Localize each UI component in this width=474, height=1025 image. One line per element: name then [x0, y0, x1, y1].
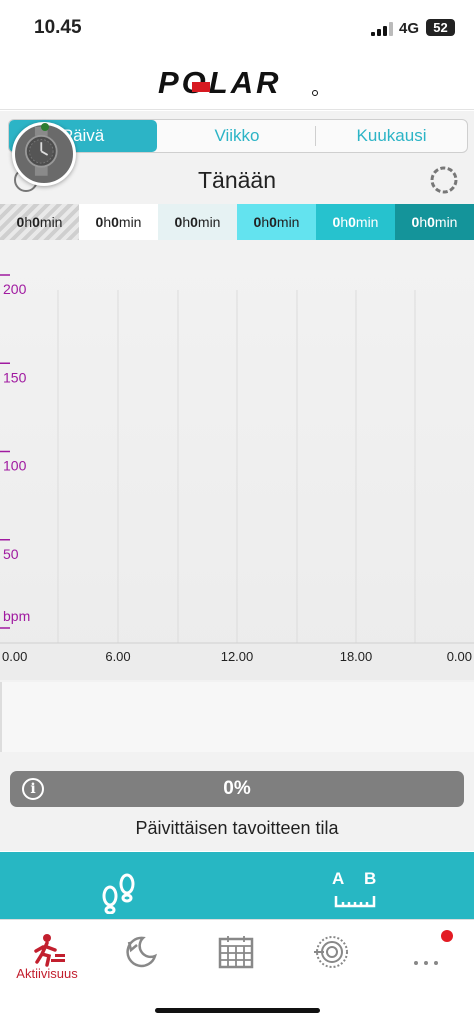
x-tick-label-2: 12.00 — [221, 649, 254, 664]
network-type: 4G — [399, 20, 420, 37]
zone-4-duration[interactable]: 0h0min — [316, 204, 395, 240]
polar-logo: POLAR — [158, 68, 318, 98]
y-tick-label-50: 50 — [3, 546, 19, 562]
connection-status-dot — [41, 123, 49, 131]
tab-week[interactable]: Viikko — [160, 120, 314, 152]
home-indicator — [155, 1008, 320, 1013]
zone-1-duration[interactable]: 0h0min — [79, 204, 158, 240]
more-icon[interactable] — [406, 932, 446, 972]
tab-month[interactable]: Kuukausi — [316, 120, 467, 152]
daily-goal-percent: 0% — [223, 778, 251, 799]
zone-durations: 0h0min 0h0min 0h0min 0h0min 0h0min 0h0mi… — [0, 204, 474, 240]
status-time: 10.45 — [34, 17, 82, 38]
svg-text:A: A — [332, 869, 344, 888]
svg-text:B: B — [364, 869, 376, 888]
activity-summary-bar: A B — [0, 852, 474, 919]
zone-2-duration[interactable]: 0h0min — [158, 204, 237, 240]
signal-icon — [371, 22, 393, 36]
sync-icon[interactable] — [428, 164, 460, 196]
distance-icon[interactable]: A B — [330, 868, 380, 912]
calendar-icon[interactable] — [216, 932, 256, 972]
y-tick-label-100: 100 — [3, 458, 27, 474]
nav-item-activity[interactable]: Aktiivisuus — [0, 920, 94, 1000]
x-tick-label-4: 0.00 — [447, 649, 472, 664]
period-tabs: Päivä Viikko Kuukausi — [8, 119, 468, 153]
sleep-icon[interactable] — [121, 932, 161, 972]
daily-goal-progress-bar: i 0% — [10, 771, 464, 807]
training-load-icon[interactable] — [312, 932, 352, 972]
steps-icon[interactable] — [98, 870, 140, 914]
status-bar: 10.45 4G 52 — [0, 0, 474, 58]
watch-device-icon[interactable] — [12, 122, 76, 186]
activity-timeline-strip — [0, 682, 474, 752]
heart-rate-chart-svg: 200 150 100 50 bpm 0.00 6.00 12.00 18.00 0.00 — [0, 274, 474, 664]
daily-goal-label: Päivittäisen tavoitteen tila — [135, 818, 339, 838]
nav-label-activity: Aktiivisuus — [16, 966, 78, 981]
app-header: POLAR — [0, 58, 474, 110]
zone-5-duration[interactable]: 0h0min — [395, 204, 474, 240]
logo-text: POLAR — [158, 68, 282, 98]
y-tick-label-150: 150 — [3, 369, 27, 385]
notification-badge — [441, 930, 453, 942]
x-tick-label-1: 6.00 — [105, 649, 130, 664]
y-axis-label: bpm — [3, 608, 30, 624]
battery-icon: 52 — [426, 19, 455, 36]
zone-3-duration[interactable]: 0h0min — [237, 204, 316, 240]
x-tick-label-3: 18.00 — [340, 649, 373, 664]
heart-rate-chart: 200 150 100 50 bpm 0.00 6.00 12.00 18.00 0.00 — [0, 240, 474, 680]
y-tick-label-200: 200 — [3, 281, 27, 297]
app-screen: 10.45 4G 52 POLAR Päivä Viikko Kuukausi … — [0, 0, 474, 1025]
zone-0-duration[interactable]: 0h0min — [0, 204, 79, 240]
x-tick-label-0: 0.00 — [2, 649, 27, 664]
